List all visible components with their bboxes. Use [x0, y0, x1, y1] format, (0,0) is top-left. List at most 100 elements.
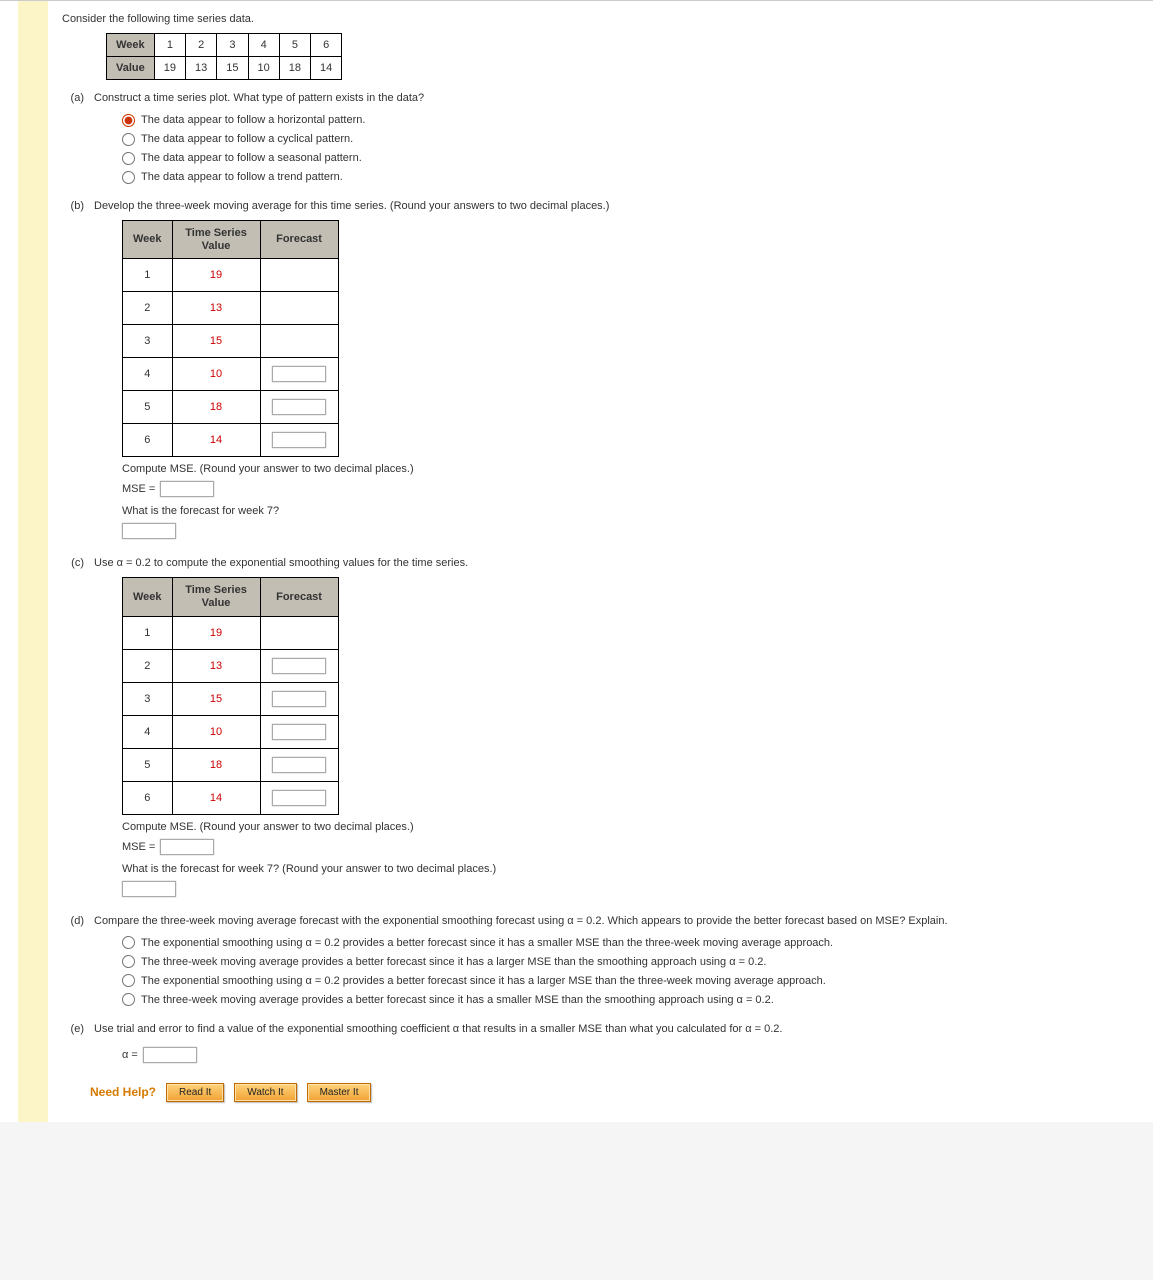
ts-value-cell: 18	[279, 57, 310, 80]
c-week-cell: 2	[123, 649, 173, 682]
c-value-cell: 19	[172, 616, 260, 649]
ts-week-cell: 4	[248, 34, 279, 57]
c-col-tsvalue: Time SeriesValue	[172, 578, 260, 616]
c-mse-input[interactable]	[160, 839, 214, 855]
b-forecast-cell	[260, 259, 338, 292]
part-d-radio-3[interactable]	[122, 993, 135, 1006]
c-mse-label: MSE =	[122, 841, 155, 853]
c-forecast-cell	[260, 781, 338, 814]
table-row: 410	[123, 358, 339, 391]
part-e: (e) Use trial and error to find a value …	[62, 1023, 1133, 1065]
b-week7-q: What is the forecast for week 7?	[122, 505, 1133, 517]
c-value-cell: 15	[172, 682, 260, 715]
b-forecast-input-5[interactable]	[272, 399, 326, 415]
b-week-cell: 3	[123, 325, 173, 358]
part-a-radio-1[interactable]	[122, 133, 135, 146]
exp-smoothing-table: Week Time SeriesValue Forecast 119213315…	[122, 577, 339, 814]
ts-week-cell: 5	[279, 34, 310, 57]
part-a-option-2[interactable]: The data appear to follow a seasonal pat…	[122, 150, 1133, 166]
part-a-radio-2[interactable]	[122, 152, 135, 165]
ts-week-cell: 2	[186, 34, 217, 57]
part-a-question: Construct a time series plot. What type …	[94, 92, 1133, 104]
c-week7-input[interactable]	[122, 881, 176, 897]
b-forecast-input-6[interactable]	[272, 432, 326, 448]
part-c: (c) Use α = 0.2 to compute the exponenti…	[62, 557, 1133, 902]
table-row: 518	[123, 748, 339, 781]
ts-value-cell: 13	[186, 57, 217, 80]
ts-week-cell: 6	[311, 34, 342, 57]
watch-it-button[interactable]: Watch It	[234, 1083, 296, 1102]
part-a-radio-3[interactable]	[122, 171, 135, 184]
question-highlight-strip	[18, 1, 48, 1122]
b-week7-input[interactable]	[122, 523, 176, 539]
time-series-table: Week 1 2 3 4 5 6 Value 19 13 15 10 18 14	[106, 33, 342, 80]
part-d: (d) Compare the three-week moving averag…	[62, 915, 1133, 1011]
table-row: 315	[123, 682, 339, 715]
part-d-option-0[interactable]: The exponential smoothing using α = 0.2 …	[122, 935, 1133, 951]
master-it-button[interactable]: Master It	[307, 1083, 372, 1102]
b-week-cell: 1	[123, 259, 173, 292]
c-forecast-input-2[interactable]	[272, 658, 326, 674]
ts-value-cell: 19	[154, 57, 185, 80]
part-a-option-1[interactable]: The data appear to follow a cyclical pat…	[122, 131, 1133, 147]
b-value-cell: 14	[172, 424, 260, 457]
b-forecast-cell	[260, 358, 338, 391]
table-row: 315	[123, 325, 339, 358]
part-a-option-3[interactable]: The data appear to follow a trend patter…	[122, 169, 1133, 185]
b-forecast-input-4[interactable]	[272, 366, 326, 382]
part-d-question: Compare the three-week moving average fo…	[94, 915, 1133, 927]
part-d-radio-1[interactable]	[122, 955, 135, 968]
ts-value-cell: 14	[311, 57, 342, 80]
ts-value-label: Value	[107, 57, 155, 80]
part-d-option-1[interactable]: The three-week moving average provides a…	[122, 954, 1133, 970]
ts-value-cell: 15	[217, 57, 248, 80]
b-col-tsvalue: Time SeriesValue	[172, 221, 260, 259]
part-d-radio-2[interactable]	[122, 974, 135, 987]
b-week-cell: 6	[123, 424, 173, 457]
b-week-cell: 2	[123, 292, 173, 325]
table-row: 119	[123, 616, 339, 649]
e-alpha-input[interactable]	[143, 1047, 197, 1063]
part-a-radio-0[interactable]	[122, 114, 135, 127]
part-d-radio-0[interactable]	[122, 936, 135, 949]
ts-week-cell: 3	[217, 34, 248, 57]
table-row: 614	[123, 424, 339, 457]
c-forecast-input-5[interactable]	[272, 757, 326, 773]
c-week-cell: 5	[123, 748, 173, 781]
c-value-cell: 18	[172, 748, 260, 781]
read-it-button[interactable]: Read It	[166, 1083, 224, 1102]
part-e-question: Use trial and error to find a value of t…	[94, 1023, 1133, 1035]
b-week-cell: 4	[123, 358, 173, 391]
c-value-cell: 13	[172, 649, 260, 682]
c-forecast-input-6[interactable]	[272, 790, 326, 806]
c-forecast-cell	[260, 649, 338, 682]
part-e-label: (e)	[62, 1023, 84, 1065]
b-week-cell: 5	[123, 391, 173, 424]
c-forecast-input-3[interactable]	[272, 691, 326, 707]
part-d-option-text-0: The exponential smoothing using α = 0.2 …	[141, 935, 833, 951]
ts-value-cell: 10	[248, 57, 279, 80]
need-help-row: Need Help? Read It Watch It Master It	[90, 1083, 1133, 1102]
c-forecast-cell	[260, 682, 338, 715]
c-forecast-cell	[260, 748, 338, 781]
c-forecast-input-4[interactable]	[272, 724, 326, 740]
table-row: 410	[123, 715, 339, 748]
need-help-label: Need Help?	[90, 1085, 156, 1099]
b-forecast-cell	[260, 391, 338, 424]
part-a-option-0[interactable]: The data appear to follow a horizontal p…	[122, 112, 1133, 128]
part-d-option-3[interactable]: The three-week moving average provides a…	[122, 992, 1133, 1008]
b-mse-input[interactable]	[160, 481, 214, 497]
part-d-option-2[interactable]: The exponential smoothing using α = 0.2 …	[122, 973, 1133, 989]
part-c-question: Use α = 0.2 to compute the exponential s…	[94, 557, 1133, 569]
part-a-option-text-1: The data appear to follow a cyclical pat…	[141, 131, 353, 147]
e-alpha-label: α =	[122, 1049, 138, 1061]
part-c-label: (c)	[62, 557, 84, 902]
part-b-label: (b)	[62, 200, 84, 545]
b-forecast-cell	[260, 325, 338, 358]
part-d-option-text-3: The three-week moving average provides a…	[141, 992, 774, 1008]
intro-text: Consider the following time series data.	[62, 13, 1133, 25]
part-b-question: Develop the three-week moving average fo…	[94, 200, 1133, 212]
ts-week-label: Week	[107, 34, 155, 57]
moving-average-table: Week Time SeriesValue Forecast 119213315…	[122, 220, 339, 457]
table-row: 614	[123, 781, 339, 814]
